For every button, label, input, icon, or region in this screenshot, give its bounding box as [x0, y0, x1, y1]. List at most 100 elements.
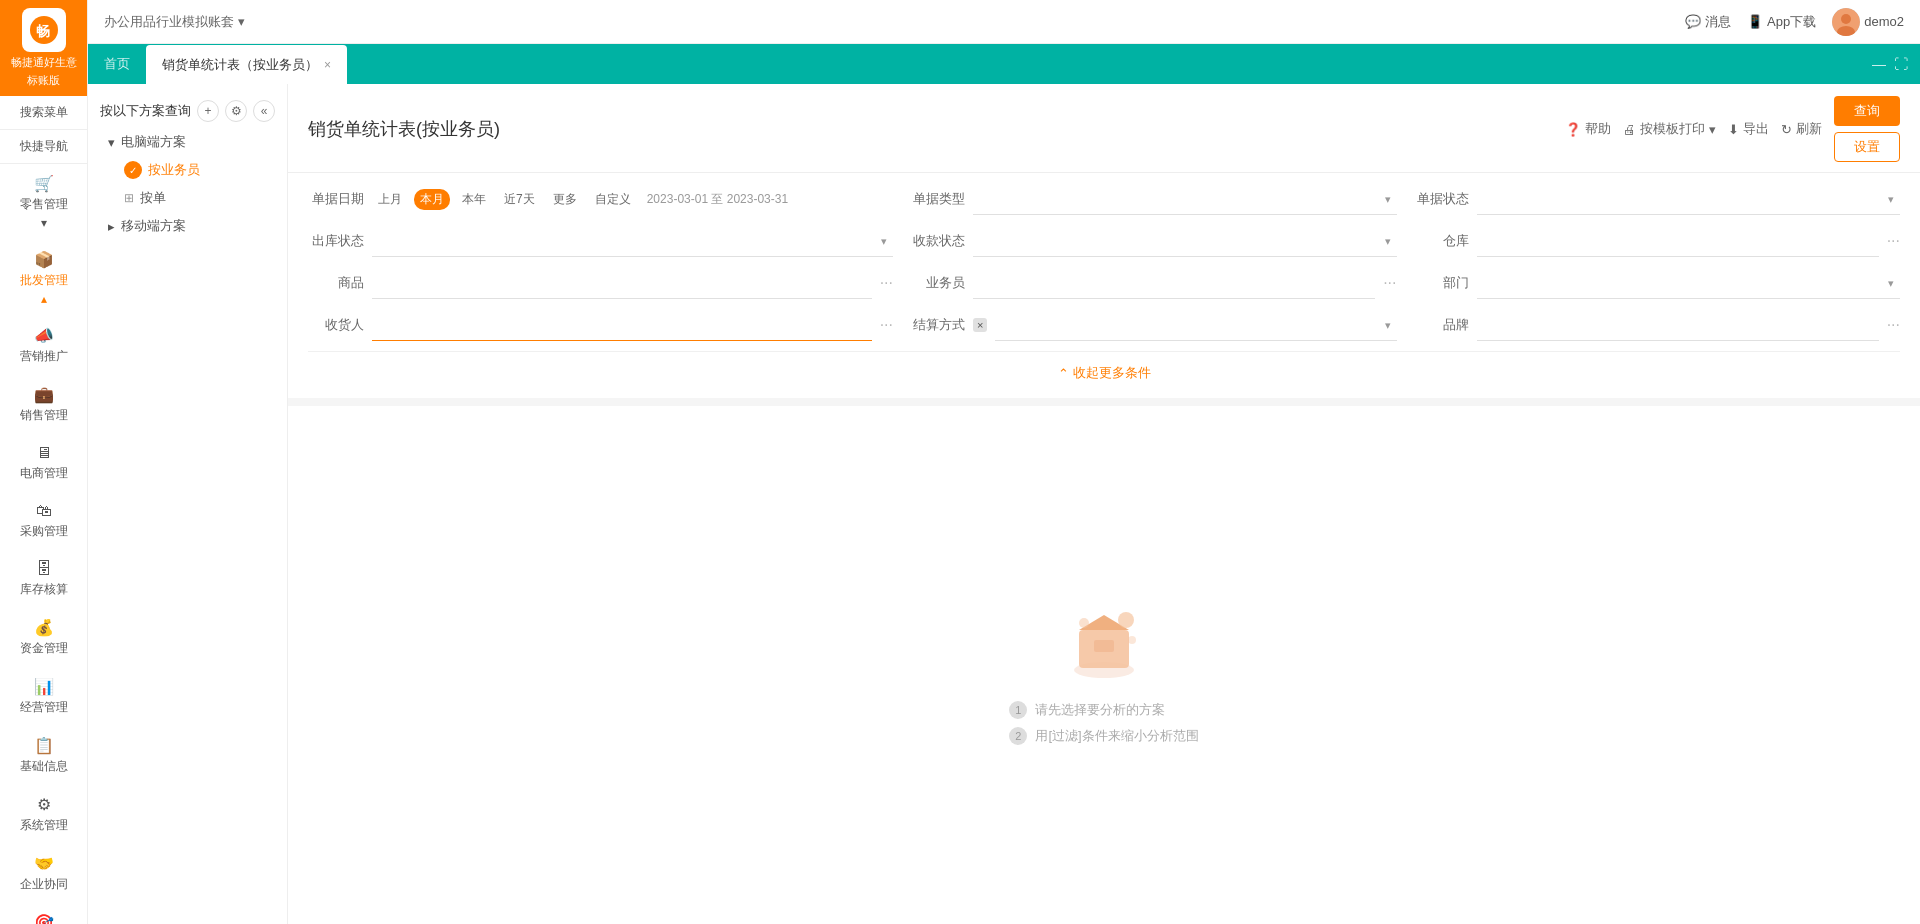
- warehouse-input[interactable]: [1477, 225, 1879, 257]
- export-label: 导出: [1743, 120, 1769, 138]
- warehouse-dots[interactable]: ···: [1887, 232, 1900, 250]
- brand-label: 品牌: [1413, 316, 1469, 334]
- tab-maximize-btn[interactable]: ⛶: [1894, 56, 1908, 72]
- tab-controls: — ⛶: [1872, 56, 1920, 72]
- receiver-dots[interactable]: ···: [880, 316, 893, 334]
- filter-row-2: 出库状态 收款状态 仓库 ···: [308, 225, 1900, 257]
- sidebar-item-enterprise[interactable]: 🤝 企业协同: [0, 844, 87, 903]
- sidebar-item-ecommerce[interactable]: 🖥 电商管理: [0, 434, 87, 492]
- left-panel-header: 按以下方案查询 + ⚙ «: [88, 94, 287, 128]
- date-tab-more[interactable]: 更多: [547, 189, 583, 210]
- message-btn[interactable]: 💬 消息: [1685, 13, 1731, 31]
- sidebar-item-newbie[interactable]: 🎯 新手引导: [0, 903, 87, 924]
- order-status-select-wrap: [1477, 183, 1901, 215]
- breadcrumb-dropdown[interactable]: 办公用品行业模拟账套 ▾: [104, 13, 245, 31]
- brand-input[interactable]: [1477, 309, 1879, 341]
- query-settings-btns: 查询 设置: [1834, 96, 1900, 162]
- svg-point-11: [1128, 636, 1136, 644]
- settings-button[interactable]: 设置: [1834, 132, 1900, 162]
- salesperson-dots[interactable]: ···: [1383, 274, 1396, 292]
- help-btn[interactable]: ❓ 帮助: [1565, 120, 1611, 138]
- inventory-icon: 🗄: [36, 560, 52, 578]
- collapse-panel-btn[interactable]: «: [253, 100, 275, 122]
- finance-icon: 💰: [34, 618, 54, 637]
- date-tabs: 上月 本月 本年 近7天 更多 自定义 2023-03-01 至 2023-03…: [372, 189, 788, 210]
- app-download-label: App下载: [1767, 13, 1816, 31]
- sidebar-item-wholesale[interactable]: 📦 批发管理 ▴: [0, 240, 87, 316]
- settlement-select[interactable]: [995, 309, 1396, 341]
- app-download-btn[interactable]: 📱 App下载: [1747, 13, 1816, 31]
- dept-label: 部门: [1413, 274, 1469, 292]
- date-tab-custom[interactable]: 自定义: [589, 189, 637, 210]
- sidebar-item-purchase[interactable]: 🛍 采购管理: [0, 492, 87, 550]
- refresh-btn[interactable]: ↻ 刷新: [1781, 120, 1822, 138]
- settlement-select-wrap: [995, 309, 1396, 341]
- query-button[interactable]: 查询: [1834, 96, 1900, 126]
- tree-sub-label: 按业务员: [148, 161, 200, 179]
- user-menu[interactable]: demo2: [1832, 8, 1904, 36]
- sidebar-item-label: 采购管理: [20, 523, 68, 540]
- payment-status-select[interactable]: [973, 225, 1397, 257]
- out-status-select[interactable]: [372, 225, 893, 257]
- goods-dots[interactable]: ···: [880, 274, 893, 292]
- settings-scheme-btn[interactable]: ⚙: [225, 100, 247, 122]
- empty-tip-2: 2 用[过滤]条件来缩小分析范围: [1009, 727, 1198, 745]
- search-menu[interactable]: 搜索菜单: [0, 96, 87, 130]
- breadcrumb-text: 办公用品行业模拟账套: [104, 13, 234, 31]
- arrow-icon: ▾: [41, 216, 47, 230]
- receiver-input[interactable]: [372, 309, 872, 341]
- date-tab-this-month[interactable]: 本月: [414, 189, 450, 210]
- order-icon: ⊞: [124, 191, 134, 205]
- sidebar-item-operations[interactable]: 📊 经营管理: [0, 667, 87, 726]
- tree-item-by-order[interactable]: ⊞ 按单: [88, 184, 287, 212]
- tab-sales-stat[interactable]: 销货单统计表（按业务员） ×: [146, 45, 347, 85]
- page-header: 销货单统计表(按业务员) ❓ 帮助 🖨 按模板打印 ▾ ⬇: [288, 84, 1920, 173]
- dept-select[interactable]: [1477, 267, 1901, 299]
- filter-receiver: 收货人 ···: [308, 309, 893, 341]
- sidebar-item-sales[interactable]: 💼 销售管理: [0, 375, 87, 434]
- collapse-btn[interactable]: ⌃ 收起更多条件: [1058, 356, 1151, 390]
- order-status-label: 单据状态: [1413, 190, 1469, 208]
- wholesale-icon: 📦: [34, 250, 54, 269]
- sidebar-item-retail[interactable]: 🛒 零售管理 ▾: [0, 164, 87, 240]
- sidebar-item-inventory[interactable]: 🗄 库存核算: [0, 550, 87, 608]
- date-tab-this-year[interactable]: 本年: [456, 189, 492, 210]
- tree-folder-pc[interactable]: ▾ 电脑端方案: [88, 128, 287, 156]
- export-btn[interactable]: ⬇ 导出: [1728, 120, 1769, 138]
- logo-text: 畅捷通好生意: [11, 55, 77, 70]
- sidebar-item-finance[interactable]: 💰 资金管理: [0, 608, 87, 667]
- tip-text-1: 请先选择要分析的方案: [1035, 701, 1165, 719]
- tree-folder-mobile[interactable]: ▸ 移动端方案: [88, 212, 287, 240]
- sidebar-item-marketing[interactable]: 📣 营销推广: [0, 316, 87, 375]
- settlement-tag[interactable]: ×: [973, 318, 987, 332]
- add-scheme-btn[interactable]: +: [197, 100, 219, 122]
- filter-row-1: 单据日期 上月 本月 本年 近7天 更多 自定义 2023-03-01 至 20…: [308, 183, 1900, 215]
- print-btn[interactable]: 🖨 按模板打印 ▾: [1623, 120, 1716, 138]
- purchase-icon: 🛍: [36, 502, 52, 520]
- right-panel: 销货单统计表(按业务员) ❓ 帮助 🖨 按模板打印 ▾ ⬇: [288, 84, 1920, 924]
- date-tab-7days[interactable]: 近7天: [498, 189, 541, 210]
- salesperson-input[interactable]: [973, 267, 1375, 299]
- tip-num-2: 2: [1009, 727, 1027, 745]
- sidebar-item-system[interactable]: ⚙ 系统管理: [0, 785, 87, 844]
- ecommerce-icon: 🖥: [36, 444, 52, 462]
- tab-home-label: 首页: [104, 55, 130, 73]
- order-status-select[interactable]: [1477, 183, 1901, 215]
- tab-minimize-btn[interactable]: —: [1872, 56, 1886, 72]
- tab-home[interactable]: 首页: [88, 44, 146, 84]
- order-type-select[interactable]: [973, 183, 1397, 215]
- print-arrow-icon: ▾: [1709, 122, 1716, 137]
- tree-item-by-salesperson[interactable]: ✓ 按业务员: [88, 156, 287, 184]
- sidebar-item-basic[interactable]: 📋 基础信息: [0, 726, 87, 785]
- goods-input[interactable]: [372, 267, 872, 299]
- brand-dots[interactable]: ···: [1887, 316, 1900, 334]
- refresh-icon: ↻: [1781, 122, 1792, 137]
- date-tab-last-month[interactable]: 上月: [372, 189, 408, 210]
- tab-close-btn[interactable]: ×: [324, 58, 331, 72]
- user-name: demo2: [1864, 14, 1904, 29]
- svg-rect-8: [1094, 640, 1114, 652]
- tree-sub-label2: 按单: [140, 189, 166, 207]
- message-label: 消息: [1705, 13, 1731, 31]
- empty-state: 1 请先选择要分析的方案 2 用[过滤]条件来缩小分析范围: [288, 406, 1920, 924]
- quick-nav[interactable]: 快捷导航: [0, 130, 87, 164]
